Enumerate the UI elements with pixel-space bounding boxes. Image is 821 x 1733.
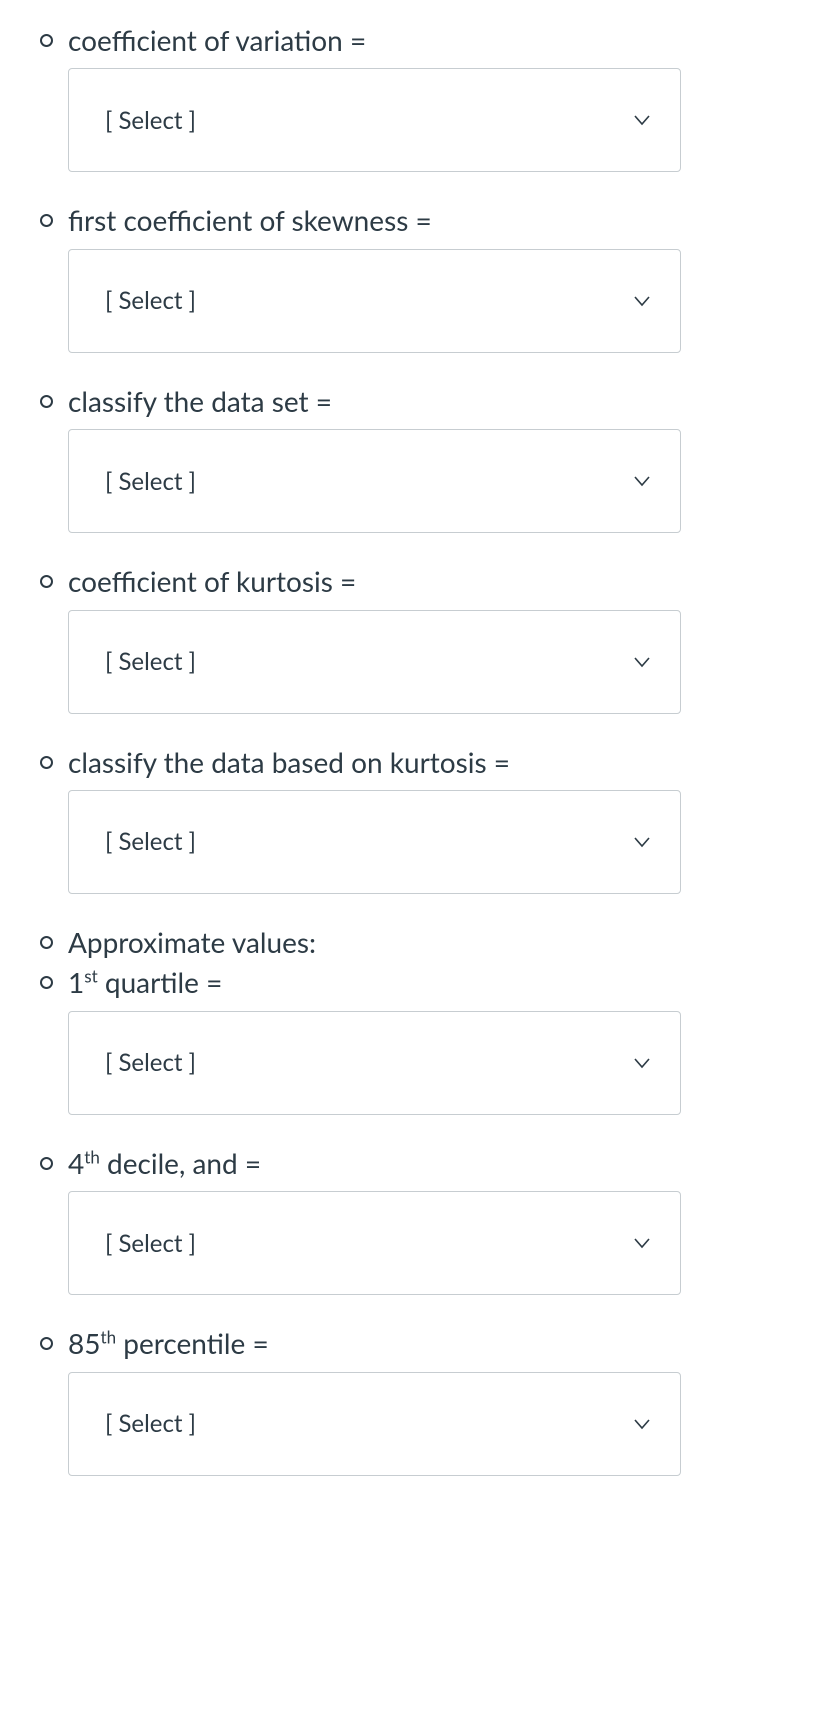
list-item: 85th percentile = [ Select ]: [40, 1323, 821, 1475]
list-item: first coefficient of skewness = [ Select…: [40, 200, 821, 352]
list-item: 1st quartile = [ Select ]: [40, 962, 821, 1114]
list-item: 4th decile, and = [ Select ]: [40, 1143, 821, 1295]
question-list: coefficient of variation = [ Select ] fi…: [0, 20, 821, 1476]
item-label: Approximate values:: [68, 922, 821, 960]
chevron-down-icon: [632, 1233, 652, 1253]
select-placeholder: [ Select ]: [105, 106, 196, 135]
item-label: classify the data set =: [68, 381, 821, 419]
select-dropdown[interactable]: [ Select ]: [68, 610, 681, 714]
select-dropdown[interactable]: [ Select ]: [68, 249, 681, 353]
select-placeholder: [ Select ]: [105, 827, 196, 856]
select-dropdown[interactable]: [ Select ]: [68, 790, 681, 894]
select-dropdown[interactable]: [ Select ]: [68, 68, 681, 172]
select-dropdown[interactable]: [ Select ]: [68, 1191, 681, 1295]
item-label: coefficient of variation =: [68, 20, 821, 58]
chevron-down-icon: [632, 652, 652, 672]
chevron-down-icon: [632, 832, 652, 852]
item-label: first coefficient of skewness =: [68, 200, 821, 238]
chevron-down-icon: [632, 291, 652, 311]
select-placeholder: [ Select ]: [105, 647, 196, 676]
select-dropdown[interactable]: [ Select ]: [68, 429, 681, 533]
chevron-down-icon: [632, 471, 652, 491]
list-item: Approximate values:: [40, 922, 821, 960]
list-item: coefficient of kurtosis = [ Select ]: [40, 561, 821, 713]
select-dropdown[interactable]: [ Select ]: [68, 1372, 681, 1476]
item-label: 85th percentile =: [68, 1323, 821, 1361]
select-placeholder: [ Select ]: [105, 1048, 196, 1077]
list-item: classify the data set = [ Select ]: [40, 381, 821, 533]
item-label: classify the data based on kurtosis =: [68, 742, 821, 780]
select-dropdown[interactable]: [ Select ]: [68, 1011, 681, 1115]
select-placeholder: [ Select ]: [105, 1409, 196, 1438]
select-placeholder: [ Select ]: [105, 1229, 196, 1258]
item-label: coefficient of kurtosis =: [68, 561, 821, 599]
list-item: coefficient of variation = [ Select ]: [40, 20, 821, 172]
chevron-down-icon: [632, 110, 652, 130]
item-label: 4th decile, and =: [68, 1143, 821, 1181]
chevron-down-icon: [632, 1053, 652, 1073]
chevron-down-icon: [632, 1414, 652, 1434]
select-placeholder: [ Select ]: [105, 286, 196, 315]
list-item: classify the data based on kurtosis = [ …: [40, 742, 821, 894]
select-placeholder: [ Select ]: [105, 467, 196, 496]
item-label: 1st quartile =: [68, 962, 821, 1000]
